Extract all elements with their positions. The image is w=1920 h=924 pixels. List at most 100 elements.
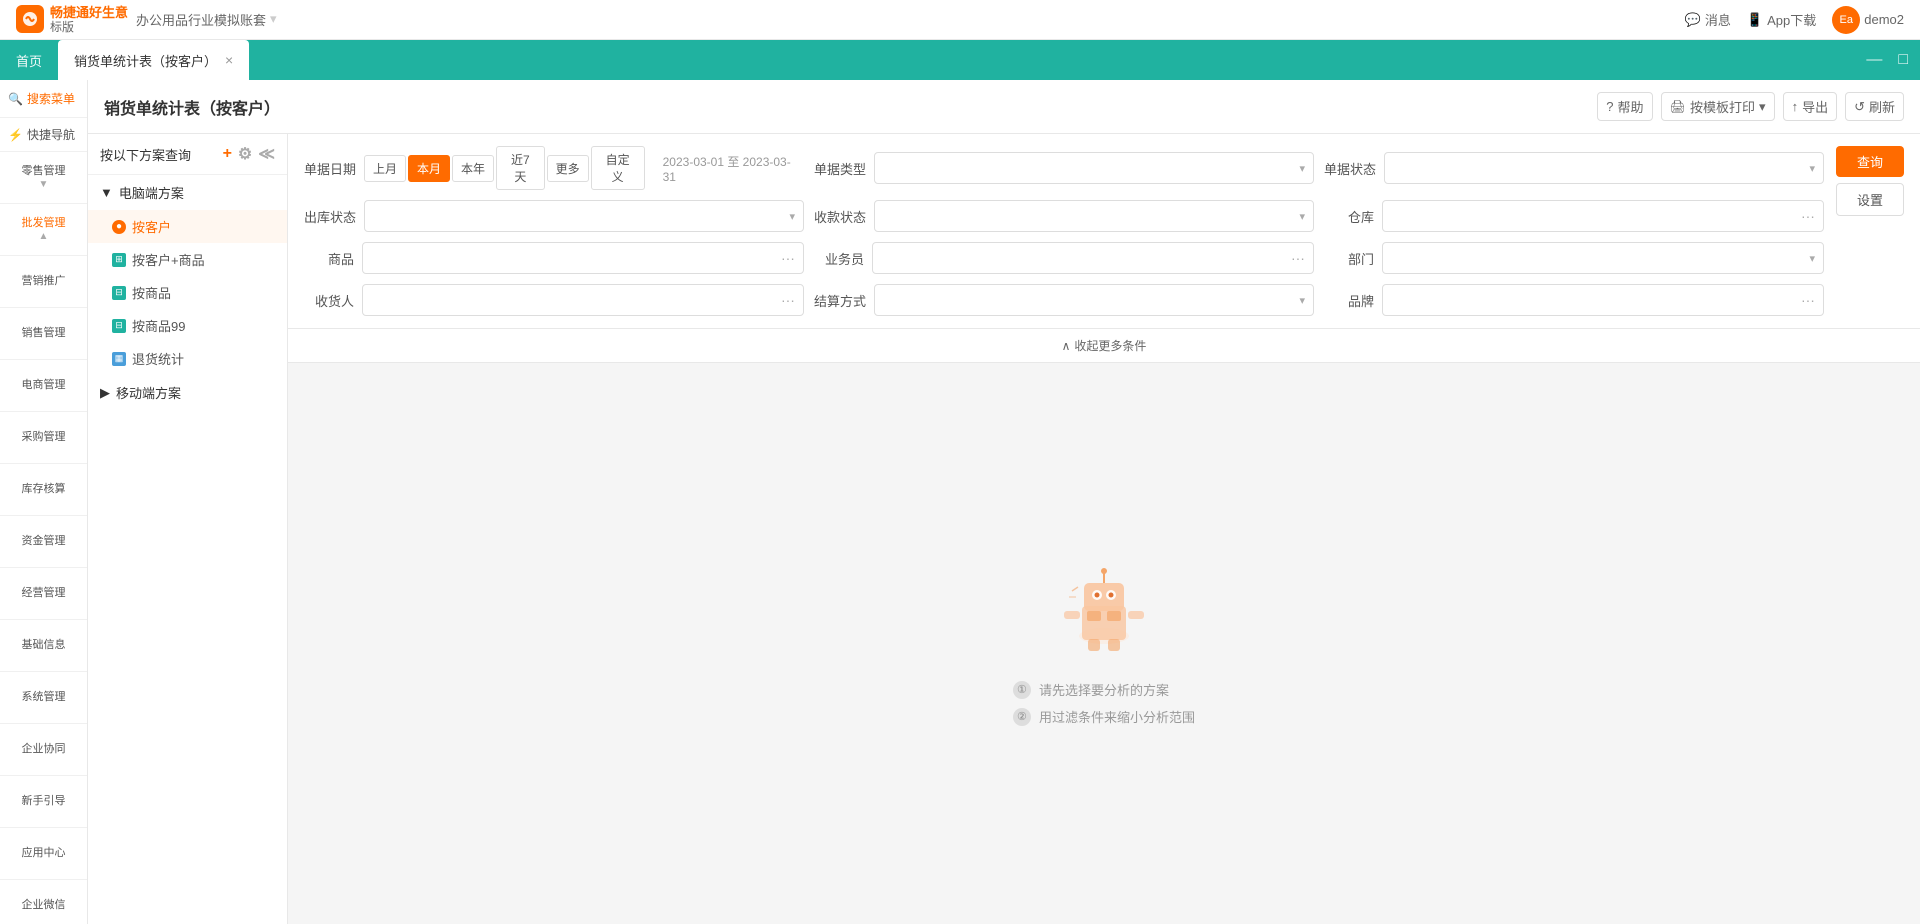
scheme-mobile-group-header[interactable]: ▶ 移动端方案 [88, 375, 287, 410]
staff-input[interactable]: ··· [872, 242, 1314, 274]
export-label: 导出 [1802, 97, 1828, 116]
page-header: 销货单统计表（按客户） ? 帮助 🖨 按模板打印 ▾ ↑ 导出 ↺ 刷新 [88, 80, 1920, 134]
scheme-item-grid-icon: ⊞ [112, 253, 126, 267]
help-label: 帮助 [1617, 97, 1643, 116]
doc-status-arrow-icon: ▾ [1809, 162, 1815, 175]
dept-input[interactable]: ▾ [1382, 242, 1824, 274]
filter-rows-container: 单据日期 上月 本月 本年 近7天 更多 自定义 [304, 146, 1824, 316]
message-button[interactable]: 💬 消息 [1685, 10, 1731, 29]
brand-input[interactable]: ··· [1382, 284, 1824, 316]
scheme-collapse-button[interactable]: ≪ [258, 144, 275, 164]
logo-icon [16, 5, 44, 33]
tab-maximize-button[interactable]: □ [1894, 47, 1912, 73]
sidebar-item-inventory[interactable]: 库存核算 [0, 464, 87, 516]
staff-label: 业务员 [814, 249, 864, 268]
sidebar-item-finance[interactable]: 资金管理 [0, 516, 87, 568]
date-btn-this-month[interactable]: 本月 [408, 155, 450, 182]
refresh-button[interactable]: ↺ 刷新 [1845, 92, 1904, 121]
scheme-item-by-customer[interactable]: ● 按客户 [88, 210, 287, 243]
hint-text-2: 用过滤条件来缩小分析范围 [1039, 707, 1195, 726]
sidebar-item-sales[interactable]: 销售管理 [0, 308, 87, 360]
page-header-actions: ? 帮助 🖨 按模板打印 ▾ ↑ 导出 ↺ 刷新 [1597, 92, 1904, 133]
filter-result-area: 单据日期 上月 本月 本年 近7天 更多 自定义 [288, 134, 1920, 924]
sidebar-item-enterprise[interactable]: 企业协同 [0, 724, 87, 776]
scheme-desktop-group: ▼ 电脑端方案 ● 按客户 ⊞ 按客户+商品 ⊟ 按商品 [88, 175, 287, 375]
empty-hint-item-2: ② 用过滤条件来缩小分析范围 [1013, 707, 1195, 726]
print-button[interactable]: 🖨 按模板打印 ▾ [1661, 92, 1775, 121]
tab-bar: 首页 销货单统计表（按客户） × — □ [0, 40, 1920, 80]
scheme-item-by-goods[interactable]: ⊟ 按商品 [88, 276, 287, 309]
scheme-item-returns[interactable]: ▦ 退货统计 [88, 342, 287, 375]
sidebar-item-wholesale[interactable]: 批发管理 ▲ [0, 204, 87, 256]
sidebar-arrow-retail: ▼ [39, 179, 49, 190]
sidebar-label-basic-info: 基础信息 [22, 639, 66, 652]
doc-status-input[interactable]: ▾ [1384, 152, 1824, 184]
query-button[interactable]: 查询 [1836, 146, 1904, 177]
empty-hint-item-1: ① 请先选择要分析的方案 [1013, 680, 1169, 699]
date-btn-custom[interactable]: 自定义 [591, 146, 645, 190]
tab-home[interactable]: 首页 [0, 40, 58, 80]
tab-minimize-button[interactable]: — [1862, 47, 1886, 73]
goods-input[interactable]: ··· [362, 242, 804, 274]
date-btn-more[interactable]: 更多 [547, 155, 589, 182]
dept-arrow-icon: ▾ [1809, 252, 1815, 265]
warehouse-input[interactable]: ··· [1382, 200, 1824, 232]
scheme-desktop-group-header[interactable]: ▼ 电脑端方案 [88, 175, 287, 210]
scheme-mobile-group-arrow: ▶ [100, 385, 110, 401]
sidebar-item-wechat[interactable]: 企业微信 [0, 880, 87, 924]
refresh-label: 刷新 [1869, 97, 1895, 116]
app-download-label: App下载 [1767, 10, 1816, 29]
scheme-add-button[interactable]: + [223, 145, 232, 163]
sidebar-item-retail[interactable]: 零售管理 ▼ [0, 152, 87, 204]
collect-status-input[interactable]: ▾ [874, 200, 1314, 232]
sidebar-item-guide[interactable]: 新手引导 [0, 776, 87, 828]
message-label: 消息 [1705, 10, 1731, 29]
settings-button[interactable]: 设置 [1836, 183, 1904, 216]
sidebar-quicknav[interactable]: ⚡ 快捷导航 [0, 118, 87, 152]
body-area: 按以下方案查询 + ⚙ ≪ ▼ 电脑端方案 ● 按客户 [88, 134, 1920, 924]
sidebar-search-menu[interactable]: 🔍 搜索菜单 [0, 80, 87, 118]
doc-type-input[interactable]: ▾ [874, 152, 1314, 184]
doc-type-arrow-icon: ▾ [1299, 162, 1305, 175]
scheme-mobile-group: ▶ 移动端方案 [88, 375, 287, 410]
app-download-button[interactable]: 📱 App下载 [1747, 10, 1816, 29]
tab-close-icon[interactable]: × [225, 53, 233, 67]
breadcrumb-dropdown-icon[interactable]: ▾ [270, 11, 277, 27]
sidebar-item-appcenter[interactable]: 应用中心 [0, 828, 87, 880]
date-period-buttons: 上月 本月 本年 近7天 更多 自定义 [364, 146, 645, 190]
scheme-item-sq99-icon: ⊟ [112, 319, 126, 333]
tab-home-label: 首页 [16, 51, 42, 70]
sidebar-label-enterprise: 企业协同 [22, 743, 66, 756]
sidebar-item-operations[interactable]: 经营管理 [0, 568, 87, 620]
logo-main-text: 畅捷通好生意 [50, 5, 128, 21]
sidebar-label-operations: 经营管理 [22, 587, 66, 600]
date-btn-7days[interactable]: 近7天 [496, 146, 545, 190]
out-status-label: 出库状态 [304, 207, 356, 226]
sidebar-item-basic-info[interactable]: 基础信息 [0, 620, 87, 672]
tab-sales-stats[interactable]: 销货单统计表（按客户） × [58, 40, 249, 80]
filter-cell-receiver: 收货人 ··· [304, 284, 804, 316]
receiver-input[interactable]: ··· [362, 284, 804, 316]
sidebar-item-ecommerce[interactable]: 电商管理 [0, 360, 87, 412]
filter-actions: 查询 设置 [1836, 146, 1904, 216]
help-button[interactable]: ? 帮助 [1597, 92, 1652, 121]
sidebar-item-system[interactable]: 系统管理 [0, 672, 87, 724]
collapse-bar[interactable]: ∧ 收起更多条件 [288, 329, 1920, 363]
user-menu[interactable]: Ea demo2 [1832, 6, 1904, 34]
goods-label: 商品 [304, 249, 354, 268]
date-btn-last-month[interactable]: 上月 [364, 155, 406, 182]
top-bar-right: 💬 消息 📱 App下载 Ea demo2 [1685, 6, 1904, 34]
out-status-input[interactable]: ▾ [364, 200, 804, 232]
sidebar-item-purchase[interactable]: 采购管理 [0, 412, 87, 464]
settlement-input[interactable]: ▾ [874, 284, 1314, 316]
export-button[interactable]: ↑ 导出 [1783, 92, 1838, 121]
scheme-item-by-customer-goods[interactable]: ⊞ 按客户+商品 [88, 243, 287, 276]
date-btn-this-year[interactable]: 本年 [452, 155, 494, 182]
sidebar-item-marketing[interactable]: 营销推广 [0, 256, 87, 308]
scheme-settings-button[interactable]: ⚙ [238, 144, 252, 164]
filter-cell-staff: 业务员 ··· [814, 242, 1314, 274]
sidebar-label-system: 系统管理 [22, 691, 66, 704]
filter-cell-settlement: 结算方式 ▾ [814, 284, 1314, 316]
collect-status-label: 收款状态 [814, 207, 866, 226]
scheme-item-by-goods99[interactable]: ⊟ 按商品99 [88, 309, 287, 342]
